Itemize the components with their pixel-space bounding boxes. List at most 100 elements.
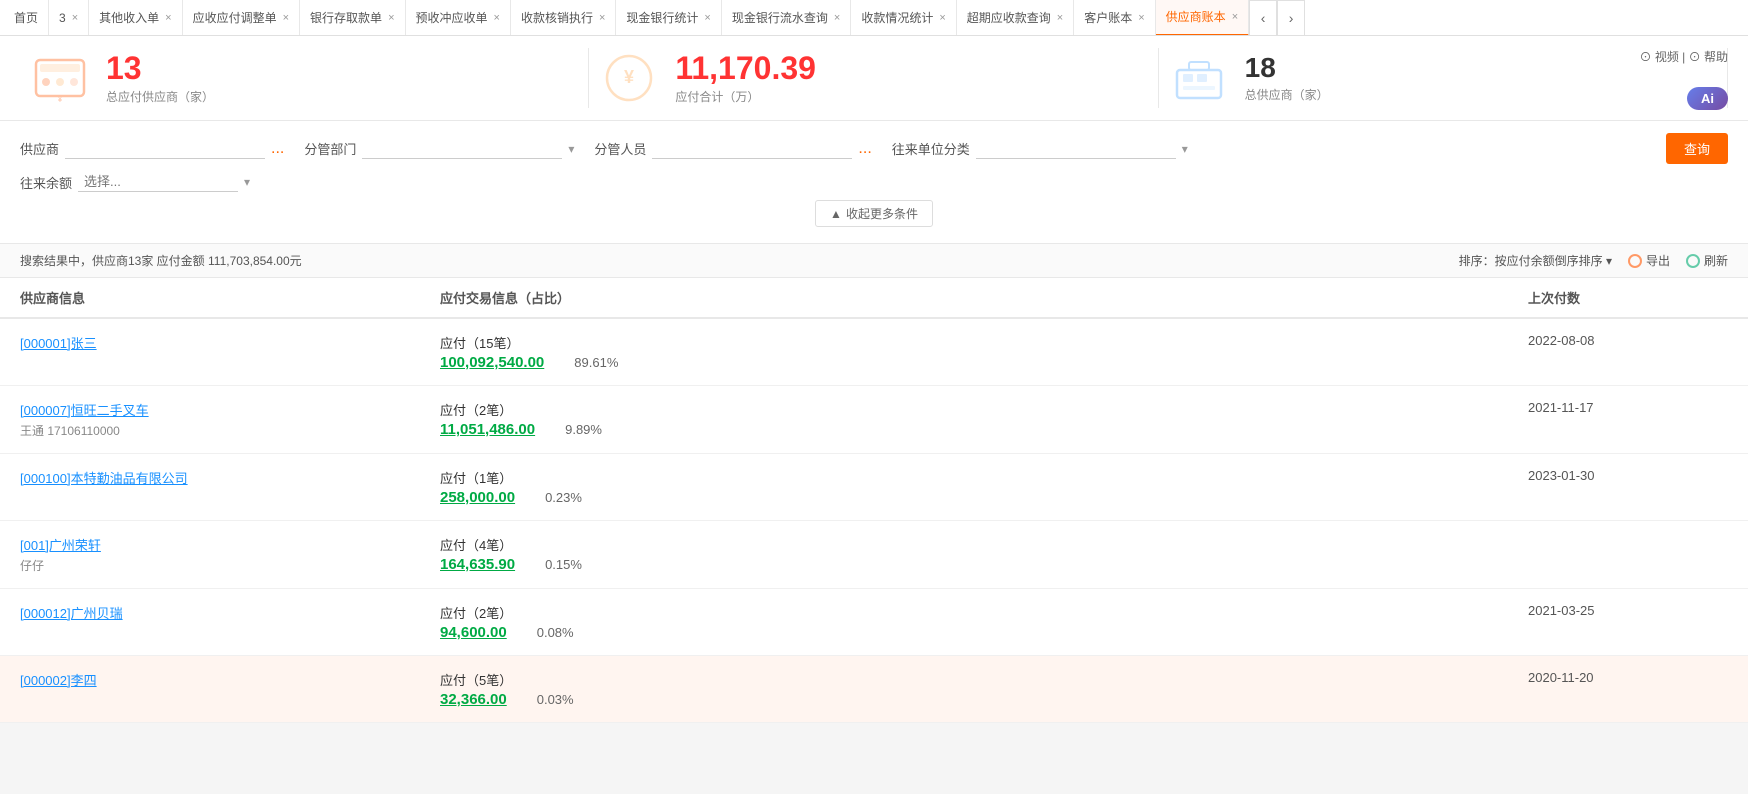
trans-info: 应付（2笔） 11,051,486.00 9.89% [440, 400, 1528, 438]
nav-left-arrow[interactable]: ‹ [1249, 0, 1277, 36]
supplier-link[interactable]: [001]广州荣轩 [20, 538, 101, 553]
top-links: ⊙ 视频 | ⊙ 帮助 [1639, 48, 1728, 65]
trans-pct: 0.23% [545, 490, 582, 505]
supplier-link[interactable]: [000012]广州贝瑞 [20, 606, 123, 621]
supplier-cell: [000012]广州贝瑞 [20, 603, 440, 622]
search-button[interactable]: 查询 [1666, 133, 1728, 164]
payable-total-icon: ¥ [599, 48, 659, 108]
person-filter-input[interactable] [652, 139, 852, 159]
filter-person: 分管人员 ... [594, 139, 871, 159]
trans-amount[interactable]: 94,600.00 [440, 624, 507, 641]
video-label: 视频 [1655, 50, 1679, 64]
collapse-filter-button[interactable]: ▲ 收起更多条件 [815, 200, 933, 227]
dept-filter-label: 分管部门 [304, 139, 356, 158]
filter-dept: 分管部门 ▾ [304, 139, 574, 159]
lastpay-cell: 2022-08-08 [1528, 333, 1728, 348]
nav-tab-adjustment[interactable]: 应收应付调整单 × [183, 0, 300, 36]
nav-tab-collection-stat-close[interactable]: × [939, 12, 945, 24]
trans-label: 应付（15笔） [440, 333, 1528, 352]
nav-tab-collection-stat[interactable]: 收款情况统计 × [851, 0, 956, 36]
nav-tab-overdue-close[interactable]: × [1057, 12, 1063, 24]
table-row: [000001]张三 应付（15笔） 100,092,540.00 89.61%… [0, 319, 1748, 386]
transaction-cell: 应付（15笔） 100,092,540.00 89.61% [440, 333, 1528, 371]
dept-filter-input[interactable] [362, 139, 562, 159]
nav-right-arrow[interactable]: › [1277, 0, 1305, 36]
nav-tab-other-income[interactable]: 其他收入单 × [89, 0, 182, 36]
nav-tab-collection[interactable]: 收款核销执行 × [511, 0, 616, 36]
help-link[interactable]: ⊙ 帮助 [1689, 50, 1728, 64]
supplier-filter-input[interactable] [65, 139, 265, 159]
category-chevron-icon[interactable]: ▾ [1182, 142, 1188, 156]
table-row: [000007]恒旺二手叉车 王通 17106110000 应付（2笔） 11,… [0, 386, 1748, 454]
balance-chevron-icon[interactable]: ▾ [244, 175, 250, 189]
payable-suppliers-text: 13 总应付供应商（家） [106, 52, 214, 105]
nav-tab-3-close[interactable]: × [72, 12, 78, 24]
nav-tab-collection-label: 收款核销执行 [521, 9, 593, 26]
supplier-link[interactable]: [000007]恒旺二手叉车 [20, 403, 149, 418]
nav-tab-supplier-ledger-close[interactable]: × [1232, 11, 1238, 23]
nav-tab-cashbank-stat-close[interactable]: × [704, 12, 710, 24]
lastpay-cell: 2021-11-17 [1528, 400, 1728, 415]
export-action[interactable]: 导出 [1628, 252, 1670, 269]
result-bar: 搜索结果中，供应商13家 应付金额 111,703,854.00元 排序：按应付… [0, 244, 1748, 278]
trans-amount[interactable]: 164,635.90 [440, 556, 515, 573]
dept-chevron-icon[interactable]: ▾ [568, 142, 574, 156]
sort-label: 排序：按应付余额倒序排序 ▾ [1459, 252, 1612, 269]
refresh-action[interactable]: 刷新 [1686, 252, 1728, 269]
supplier-cell: [000007]恒旺二手叉车 王通 17106110000 [20, 400, 440, 439]
nav-tab-other-income-close[interactable]: × [165, 12, 171, 24]
balance-filter-label: 往来余额 [20, 173, 72, 192]
header-supplier: 供应商信息 [20, 288, 440, 307]
collapse-label: 收起更多条件 [846, 205, 918, 222]
sort-chevron-icon[interactable]: ▾ [1606, 254, 1612, 268]
stat-block-payable-total: ¥ 11,170.39 应付合计（万） [589, 48, 1158, 108]
trans-pct: 0.15% [545, 557, 582, 572]
nav-tab-cashbank-stat[interactable]: 现金银行统计 × [616, 0, 721, 36]
nav-tab-cashflow-close[interactable]: × [834, 12, 840, 24]
nav-tab-bank-close[interactable]: × [388, 12, 394, 24]
lastpay-cell: 2020-11-20 [1528, 670, 1728, 685]
category-filter-input[interactable] [976, 139, 1176, 159]
nav-tab-3[interactable]: 3 × [49, 0, 89, 36]
nav-tab-supplier-ledger[interactable]: 供应商账本 × [1156, 0, 1249, 36]
nav-tab-overdue[interactable]: 超期应收款查询 × [957, 0, 1074, 36]
supplier-link[interactable]: [000002]李四 [20, 673, 97, 688]
video-link[interactable]: ⊙ 视频 [1639, 50, 1682, 64]
trans-amount[interactable]: 100,092,540.00 [440, 354, 544, 371]
trans-amount[interactable]: 32,366.00 [440, 691, 507, 708]
trans-row: 164,635.90 0.15% [440, 556, 1528, 573]
nav-tab-home[interactable]: 首页 [4, 0, 49, 36]
nav-tab-customer-ledger-close[interactable]: × [1138, 12, 1144, 24]
stat-block-payable-suppliers: ¥ 13 总应付供应商（家） [20, 48, 589, 108]
supplier-filter-dots[interactable]: ... [271, 140, 284, 158]
sort-text: 排序：按应付余额倒序排序 [1459, 254, 1603, 268]
ai-badge[interactable]: Ai [1687, 87, 1728, 110]
balance-filter-input[interactable] [78, 172, 238, 192]
supplier-filter-label: 供应商 [20, 139, 59, 158]
nav-tab-customer-ledger[interactable]: 客户账本 × [1074, 0, 1155, 36]
nav-tab-collection-stat-label: 收款情况统计 [861, 9, 933, 26]
nav-tab-prepay[interactable]: 预收冲应收单 × [406, 0, 511, 36]
transaction-cell: 应付（2笔） 94,600.00 0.08% [440, 603, 1528, 641]
filter-balance: 往来余额 ▾ [20, 172, 250, 192]
supplier-link[interactable]: [000100]本特勤油品有限公司 [20, 471, 188, 486]
nav-tab-prepay-close[interactable]: × [494, 12, 500, 24]
export-icon [1628, 254, 1642, 268]
nav-tab-bank[interactable]: 银行存取款单 × [300, 0, 405, 36]
nav-tab-cashbank-stat-label: 现金银行统计 [626, 9, 698, 26]
supplier-link[interactable]: [000001]张三 [20, 336, 97, 351]
trans-amount[interactable]: 11,051,486.00 [440, 421, 535, 438]
trans-info: 应付（15笔） 100,092,540.00 89.61% [440, 333, 1528, 371]
nav-tab-adjustment-close[interactable]: × [283, 12, 289, 24]
payable-suppliers-label: 总应付供应商（家） [106, 88, 214, 105]
lastpay-date: 2021-11-17 [1528, 400, 1594, 415]
table-row: [000100]本特勤油品有限公司 应付（1笔） 258,000.00 0.23… [0, 454, 1748, 521]
trans-info: 应付（5笔） 32,366.00 0.03% [440, 670, 1528, 708]
trans-amount[interactable]: 258,000.00 [440, 489, 515, 506]
top-navigation: 首页 3 × 其他收入单 × 应收应付调整单 × 银行存取款单 × 预收冲应收单… [0, 0, 1748, 36]
person-filter-dots[interactable]: ... [858, 140, 871, 158]
header-lastpay: 上次付数 [1528, 288, 1728, 307]
supplier-sub: 仔仔 [20, 557, 440, 574]
nav-tab-cashflow[interactable]: 现金银行流水查询 × [722, 0, 851, 36]
nav-tab-collection-close[interactable]: × [599, 12, 605, 24]
